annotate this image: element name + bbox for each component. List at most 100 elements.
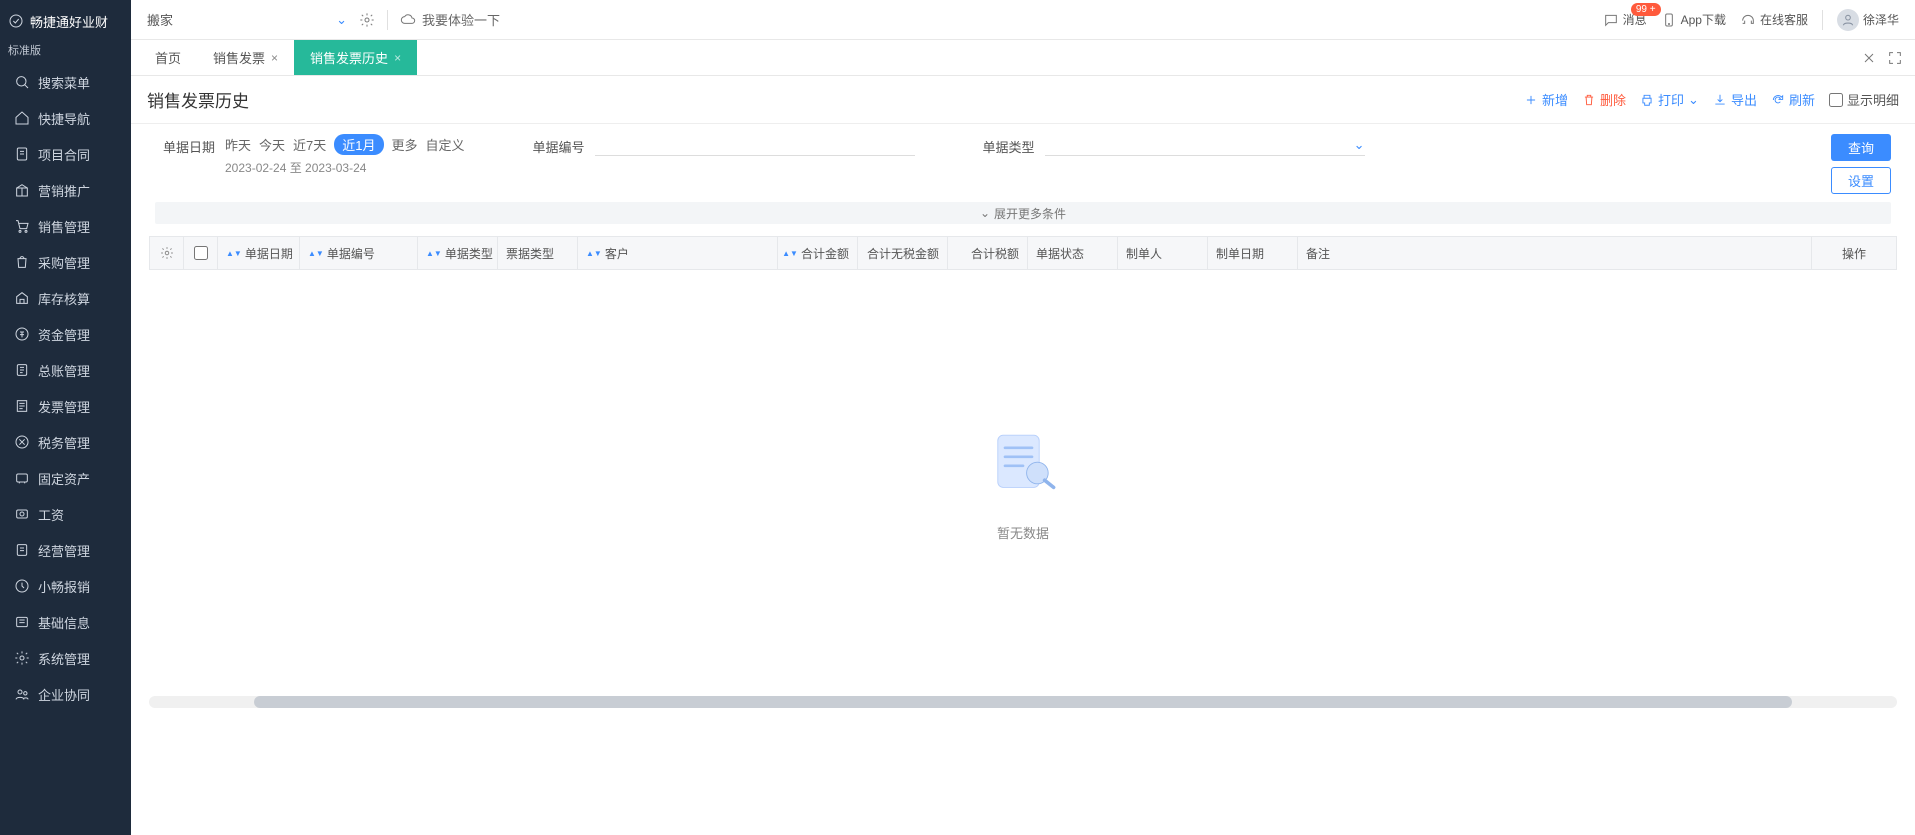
fullscreen-icon[interactable] (1887, 50, 1903, 66)
org-selector[interactable]: 搬家 ⌄ (147, 6, 347, 34)
delete-button[interactable]: 删除 (1582, 90, 1626, 109)
show-detail-checkbox[interactable]: 显示明细 (1829, 90, 1899, 109)
topbar: 搬家 ⌄ 我要体验一下 消息 99 + (131, 0, 1915, 40)
tabs: 首页销售发票×销售发票历史× (131, 40, 1915, 76)
expand-filters-button[interactable]: ⌄ 展开更多条件 (155, 202, 1891, 224)
add-label: 新增 (1542, 90, 1568, 109)
gear-icon (14, 650, 30, 666)
sidebar-item-15[interactable]: 基础信息 (0, 604, 131, 640)
online-service-button[interactable]: 在线客服 (1740, 11, 1808, 28)
tab-0[interactable]: 首页 (139, 40, 197, 75)
table-empty-text: 暂无数据 (997, 523, 1049, 542)
filter-doc-type-select[interactable]: ⌄ (1045, 134, 1365, 156)
date-opt-0[interactable]: 昨天 (225, 135, 251, 154)
message-icon (1603, 12, 1619, 28)
date-opt-1[interactable]: 今天 (259, 135, 285, 154)
filter-date-range: 2023-02-24 至 2023-03-24 (225, 159, 465, 176)
search-button[interactable]: 查询 (1831, 134, 1891, 161)
col-total-tax[interactable]: 合计税额 (948, 237, 1028, 269)
sidebar-item-label: 营销推广 (38, 181, 90, 200)
tab-1[interactable]: 销售发票× (197, 40, 294, 75)
sidebar-item-label: 发票管理 (38, 397, 90, 416)
team-icon (14, 686, 30, 702)
sidebar-item-9[interactable]: 发票管理 (0, 388, 131, 424)
sidebar-item-5[interactable]: 采购管理 (0, 244, 131, 280)
settings-button[interactable]: 设置 (1831, 167, 1891, 194)
col-select-all[interactable] (184, 237, 218, 269)
sidebar-item-14[interactable]: 小畅报销 (0, 568, 131, 604)
close-all-tabs-icon[interactable] (1861, 50, 1877, 66)
col-remark[interactable]: 备注 (1298, 237, 1812, 269)
sidebar-item-label: 采购管理 (38, 253, 90, 272)
sidebar-item-3[interactable]: 营销推广 (0, 172, 131, 208)
salary-icon (14, 506, 30, 522)
col-action[interactable]: 操作 (1812, 237, 1896, 269)
sidebar-item-label: 工资 (38, 505, 64, 524)
sidebar-item-7[interactable]: 资金管理 (0, 316, 131, 352)
filter-date: 单据日期 昨天今天近7天近1月更多自定义 2023-02-24 至 2023-0… (155, 134, 465, 176)
col-bill-type[interactable]: 票据类型 (498, 237, 578, 269)
sidebar-item-16[interactable]: 系统管理 (0, 640, 131, 676)
asset-icon (14, 470, 30, 486)
col-doc-date[interactable]: ▲▼单据日期 (218, 237, 300, 269)
headset-icon (1740, 12, 1756, 28)
messages-button[interactable]: 消息 99 + (1603, 11, 1647, 28)
sidebar-item-label: 经营管理 (38, 541, 90, 560)
col-customer[interactable]: ▲▼客户 (578, 237, 778, 269)
tax-icon (14, 434, 30, 450)
tab-close-icon[interactable]: × (271, 51, 278, 65)
user-menu[interactable]: 徐泽华 (1837, 9, 1899, 31)
sidebar-item-17[interactable]: 企业协同 (0, 676, 131, 712)
col-total-amount[interactable]: ▲▼合计金额 (778, 237, 858, 269)
money-icon (14, 326, 30, 342)
add-button[interactable]: 新增 (1524, 90, 1568, 109)
expand-filters-label: 展开更多条件 (994, 205, 1066, 222)
sidebar-item-10[interactable]: 税务管理 (0, 424, 131, 460)
export-button[interactable]: 导出 (1713, 90, 1757, 109)
show-detail-label: 显示明细 (1847, 90, 1899, 109)
sidebar-item-label: 系统管理 (38, 649, 90, 668)
date-opt-2[interactable]: 近7天 (293, 135, 326, 154)
home-icon (14, 110, 30, 126)
sidebar-item-1[interactable]: 快捷导航 (0, 100, 131, 136)
sidebar-item-2[interactable]: 项目合同 (0, 136, 131, 172)
bag-icon (14, 254, 30, 270)
col-create-date[interactable]: 制单日期 (1208, 237, 1298, 269)
ledger-icon (14, 362, 30, 378)
gear-icon[interactable] (359, 12, 375, 28)
sidebar-item-label: 税务管理 (38, 433, 90, 452)
divider (387, 10, 388, 30)
sidebar-item-6[interactable]: 库存核算 (0, 280, 131, 316)
experience-link[interactable]: 我要体验一下 (400, 10, 500, 29)
col-status[interactable]: 单据状态 (1028, 237, 1118, 269)
sidebar-item-13[interactable]: 经营管理 (0, 532, 131, 568)
col-doc-type[interactable]: ▲▼单据类型 (418, 237, 498, 269)
sidebar-item-0[interactable]: 搜索菜单 (0, 64, 131, 100)
print-button[interactable]: 打印⌄ (1640, 90, 1699, 109)
sidebar-item-12[interactable]: 工资 (0, 496, 131, 532)
table-empty-state: 暂无数据 (149, 270, 1897, 690)
refresh-button[interactable]: 刷新 (1771, 90, 1815, 109)
sidebar-item-8[interactable]: 总账管理 (0, 352, 131, 388)
col-doc-no[interactable]: ▲▼单据编号 (300, 237, 418, 269)
sidebar-item-4[interactable]: 销售管理 (0, 208, 131, 244)
col-creator[interactable]: 制单人 (1118, 237, 1208, 269)
sidebar-item-label: 企业协同 (38, 685, 90, 704)
sidebar-item-label: 资金管理 (38, 325, 90, 344)
tab-close-icon[interactable]: × (394, 51, 401, 65)
col-gear[interactable] (150, 237, 184, 269)
date-opt-5[interactable]: 自定义 (426, 135, 465, 154)
sidebar-item-label: 小畅报销 (38, 577, 90, 596)
date-opt-3[interactable]: 近1月 (334, 134, 383, 155)
filter-doc-no-input[interactable] (595, 134, 915, 156)
date-opt-4[interactable]: 更多 (392, 135, 418, 154)
experience-label: 我要体验一下 (422, 10, 500, 29)
col-total-notax[interactable]: 合计无税金额 (858, 237, 948, 269)
tab-2[interactable]: 销售发票历史× (294, 40, 417, 75)
cart-icon (14, 218, 30, 234)
app-download-button[interactable]: App下载 (1661, 11, 1726, 28)
table-header: ▲▼单据日期 ▲▼单据编号 ▲▼单据类型 票据类型 ▲▼客户 ▲▼合计金额 合计… (149, 236, 1897, 270)
table: ▲▼单据日期 ▲▼单据编号 ▲▼单据类型 票据类型 ▲▼客户 ▲▼合计金额 合计… (149, 236, 1897, 690)
horizontal-scrollbar[interactable] (149, 696, 1897, 708)
sidebar-item-11[interactable]: 固定资产 (0, 460, 131, 496)
